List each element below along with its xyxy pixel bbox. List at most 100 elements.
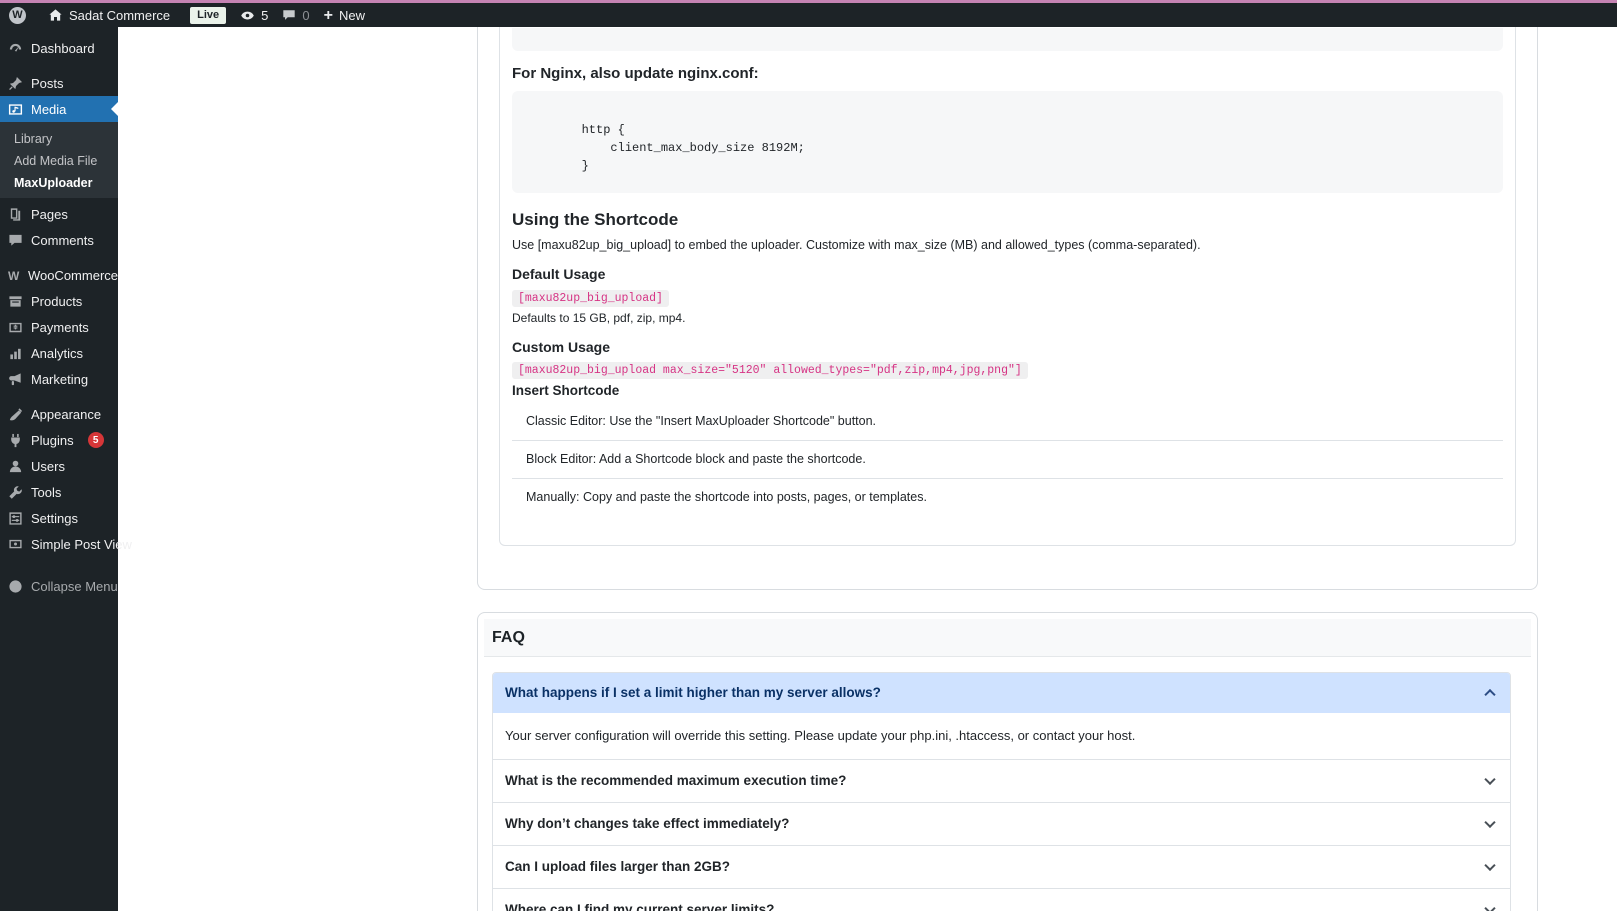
- sidebar-item-dashboard[interactable]: Dashboard: [0, 35, 118, 61]
- wordpress-logo-icon: [9, 7, 26, 24]
- faq-question-text: What is the recommended maximum executio…: [505, 773, 846, 788]
- sidebar-label: Tools: [31, 485, 61, 500]
- sidebar-label: Settings: [31, 511, 78, 526]
- default-usage-heading: Default Usage: [512, 266, 1503, 282]
- faq-item: Where can I find my current server limit…: [493, 889, 1510, 911]
- sidebar-item-users[interactable]: Users: [0, 453, 118, 479]
- faq-item: Why don’t changes take effect immediatel…: [493, 803, 1510, 846]
- shortcode-intro: Use [maxu82up_big_upload] to embed the u…: [512, 237, 1503, 253]
- chevron-down-icon: [1484, 817, 1495, 828]
- faq-question-text: Can I upload files larger than 2GB?: [505, 859, 730, 874]
- home-icon: [48, 8, 63, 23]
- live-indicator[interactable]: Live: [183, 3, 233, 27]
- sidebar-item-analytics[interactable]: Analytics: [0, 340, 118, 366]
- sidebar-item-pages[interactable]: Pages: [0, 201, 118, 227]
- sidebar-item-simple-post-view[interactable]: Simple Post View: [0, 531, 118, 557]
- dashboard-gauge-icon: [8, 41, 23, 56]
- faq-card: FAQ What happens if I set a limit higher…: [477, 612, 1538, 911]
- top-accent-strip: [0, 0, 1617, 3]
- faq-question-text: Where can I find my current server limit…: [505, 902, 774, 911]
- new-label: New: [339, 8, 365, 23]
- sidebar-label: Appearance: [31, 407, 101, 422]
- insert-method-classic: Classic Editor: Use the "Insert MaxUploa…: [512, 403, 1503, 440]
- sidebar-separator: [0, 557, 118, 573]
- site-link[interactable]: Sadat Commerce: [41, 3, 177, 27]
- faq-question-1[interactable]: What happens if I set a limit higher tha…: [493, 673, 1510, 713]
- sidebar-label: Media: [31, 102, 66, 117]
- sidebar-item-media[interactable]: Media: [0, 96, 118, 122]
- plug-icon: [8, 433, 23, 448]
- faq-item: Can I upload files larger than 2GB?: [493, 846, 1510, 889]
- collapse-arrow-icon: [8, 579, 23, 594]
- media-submenu: Library Add Media File MaxUploader: [0, 122, 118, 198]
- sidebar-label: Simple Post View: [31, 537, 132, 552]
- views-eye-icon: [240, 8, 255, 23]
- faq-question-5[interactable]: Where can I find my current server limit…: [493, 889, 1510, 911]
- chevron-down-icon: [1484, 774, 1495, 785]
- sidebar-item-woocommerce[interactable]: WooCommerce: [0, 262, 118, 288]
- plus-icon: [324, 8, 333, 23]
- comment-bubble-icon: [282, 8, 296, 22]
- sidebar-item-tools[interactable]: Tools: [0, 479, 118, 505]
- default-usage-note: Defaults to 15 GB, pdf, zip, mp4.: [512, 311, 1503, 326]
- sidebar-label: Comments: [31, 233, 94, 248]
- sidebar-label: Dashboard: [31, 41, 95, 56]
- faq-header: FAQ: [484, 619, 1531, 657]
- active-item-notch: [111, 102, 118, 116]
- sidebar-item-comments[interactable]: Comments: [0, 227, 118, 253]
- chevron-down-icon: [1484, 860, 1495, 871]
- sidebar-label: Pages: [31, 207, 68, 222]
- sidebar-item-plugins[interactable]: Plugins 5: [0, 427, 118, 453]
- site-name: Sadat Commerce: [69, 8, 170, 23]
- faq-accordion: What happens if I set a limit higher tha…: [492, 672, 1511, 911]
- sidebar-item-marketing[interactable]: Marketing: [0, 366, 118, 392]
- megaphone-icon: [8, 372, 23, 387]
- comments-icon: [8, 233, 23, 248]
- insert-shortcode-heading: Insert Shortcode: [512, 383, 1503, 398]
- faq-item: What is the recommended maximum executio…: [493, 760, 1510, 803]
- faq-item: What happens if I set a limit higher tha…: [493, 673, 1510, 760]
- new-content-menu[interactable]: New: [317, 3, 372, 27]
- sidebar-label: WooCommerce: [28, 268, 118, 283]
- custom-usage-code: [maxu82up_big_upload max_size="5120" all…: [512, 362, 1028, 379]
- updates-count: 5: [261, 8, 268, 23]
- custom-usage-heading: Custom Usage: [512, 339, 1503, 355]
- wp-logo-menu[interactable]: [2, 3, 33, 27]
- faq-question-2[interactable]: What is the recommended maximum executio…: [493, 760, 1510, 802]
- nginx-heading: For Nginx, also update nginx.conf:: [512, 65, 1503, 82]
- sidebar-item-settings[interactable]: Settings: [0, 505, 118, 531]
- sidebar-item-products[interactable]: Products: [0, 288, 118, 314]
- sidebar-item-appearance[interactable]: Appearance: [0, 401, 118, 427]
- sidebar-label: Payments: [31, 320, 89, 335]
- sidebar-label: Plugins: [31, 433, 74, 448]
- sidebar-label: Users: [31, 459, 65, 474]
- sidebar-label: Products: [31, 294, 82, 309]
- analytics-bars-icon: [8, 346, 23, 361]
- woocommerce-icon: [8, 268, 20, 283]
- admin-bar: Sadat Commerce Live 5 0 New: [0, 3, 1617, 27]
- faq-question-text: What happens if I set a limit higher tha…: [505, 685, 881, 700]
- payments-card-icon: [8, 320, 23, 335]
- submenu-item-maxuploader[interactable]: MaxUploader: [0, 172, 118, 194]
- media-icon: [8, 102, 23, 117]
- sidebar-label: Marketing: [31, 372, 88, 387]
- sidebar-item-payments[interactable]: Payments: [0, 314, 118, 340]
- comments-menu[interactable]: 0: [275, 3, 316, 27]
- default-usage-row: [maxu82up_big_upload]: [512, 288, 1503, 307]
- live-badge: Live: [190, 7, 226, 24]
- products-box-icon: [8, 294, 23, 309]
- sidebar-label: Analytics: [31, 346, 83, 361]
- submenu-item-library[interactable]: Library: [0, 128, 118, 150]
- submenu-item-add-media-file[interactable]: Add Media File: [0, 150, 118, 172]
- faq-question-4[interactable]: Can I upload files larger than 2GB?: [493, 846, 1510, 888]
- collapse-menu-button[interactable]: Collapse Menu: [0, 573, 118, 599]
- sidebar-label: Posts: [31, 76, 64, 91]
- insert-methods-list: Classic Editor: Use the "Insert MaxUploa…: [512, 403, 1503, 516]
- sidebar-item-posts[interactable]: Posts: [0, 70, 118, 96]
- faq-question-3[interactable]: Why don’t changes take effect immediatel…: [493, 803, 1510, 845]
- documentation-card: For Nginx, also update nginx.conf: http …: [477, 27, 1538, 590]
- nginx-code-block: http { client_max_body_size 8192M; }: [512, 91, 1503, 193]
- faq-question-text: Why don’t changes take effect immediatel…: [505, 816, 789, 831]
- insert-method-block: Block Editor: Add a Shortcode block and …: [512, 440, 1503, 478]
- updates-menu[interactable]: 5: [233, 3, 275, 27]
